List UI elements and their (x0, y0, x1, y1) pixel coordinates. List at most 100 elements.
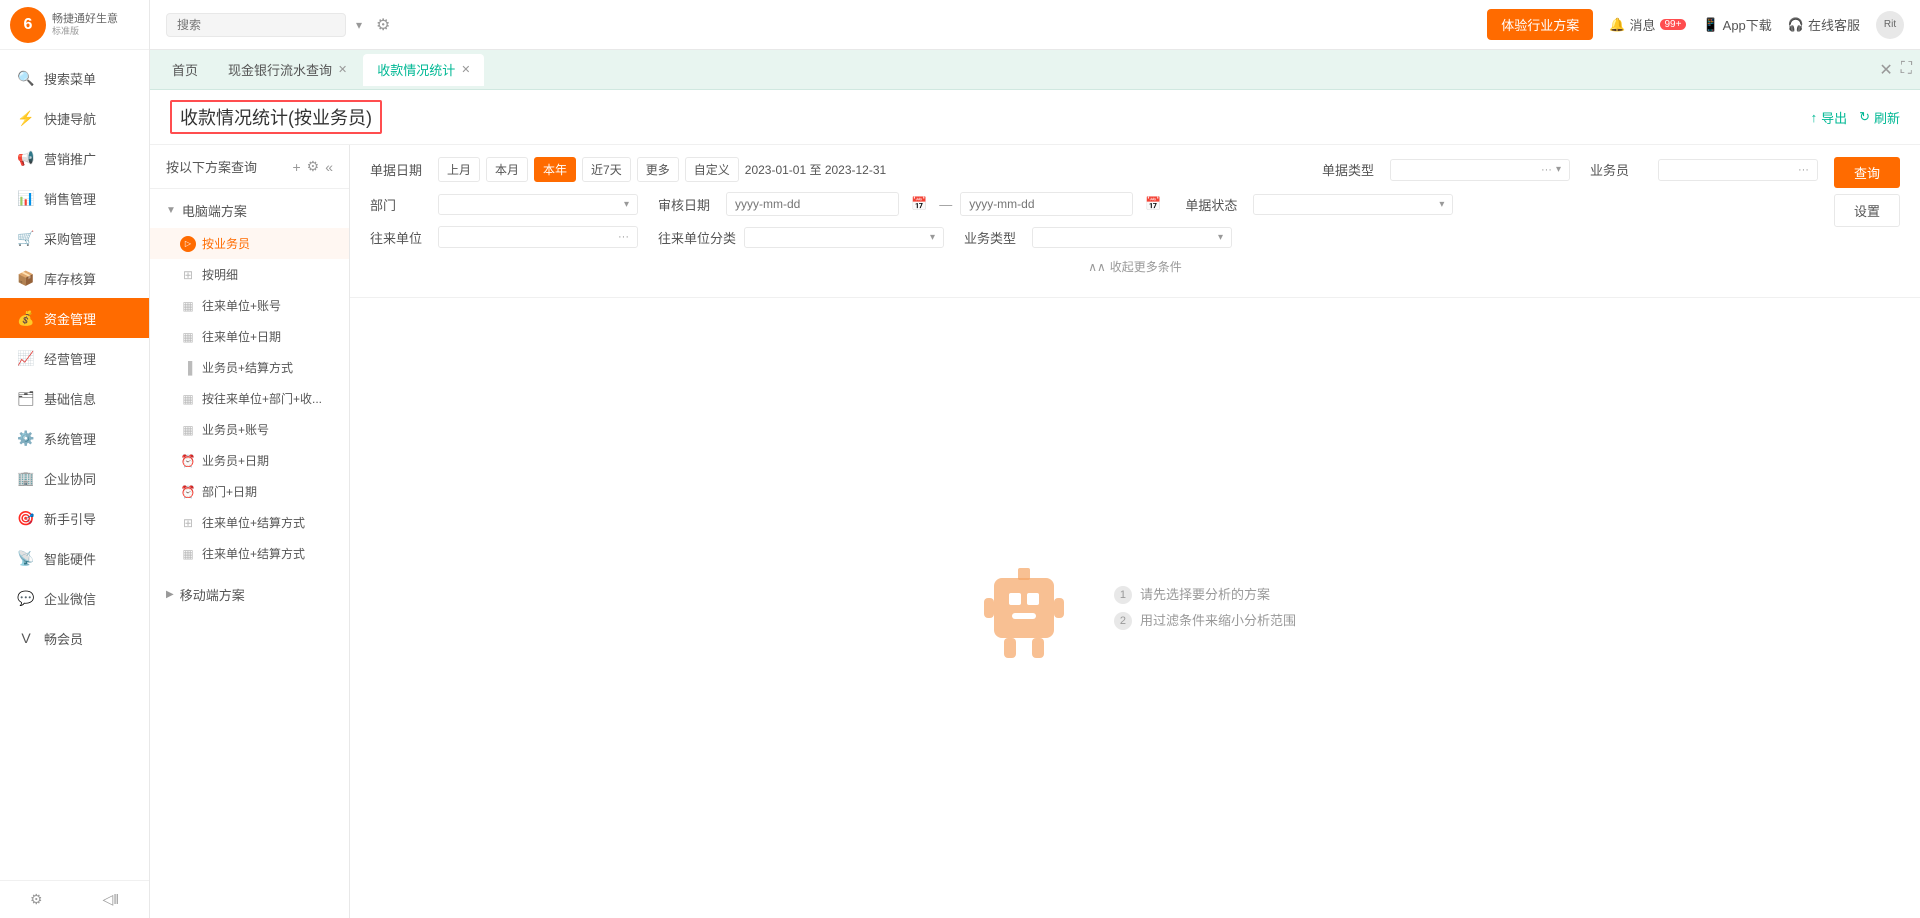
sidebar-label-operations: 经营管理 (44, 349, 96, 368)
date-btn-more[interactable]: 更多 (637, 157, 679, 182)
query-btn[interactable]: 查询 (1834, 157, 1900, 188)
bill-type-more-icon: ··· (1541, 164, 1552, 176)
date-btn-this-month[interactable]: 本月 (486, 157, 528, 182)
refresh-btn[interactable]: ↻ 刷新 (1859, 108, 1900, 127)
partner-select[interactable]: ··· (438, 226, 638, 248)
tree-item-by-salesperson[interactable]: ▷ 按业务员 (150, 228, 349, 259)
dept-label: 部门 (370, 195, 430, 214)
date-btn-7days[interactable]: 近7天 (582, 157, 631, 182)
partner-date-icon: ▦ (180, 329, 196, 345)
sidebar-item-guide[interactable]: 🎯 新手引导 (0, 498, 149, 538)
marketing-icon: 📢 (16, 148, 36, 168)
sidebar-label-quick-nav: 快捷导航 (44, 109, 96, 128)
sidebar-item-search-menu[interactable]: 🔍 搜索菜单 (0, 58, 149, 98)
bill-status-select[interactable]: ▾ (1253, 194, 1453, 215)
partner-account-icon: ▦ (180, 298, 196, 314)
partner-settlement2-icon: ▦ (180, 546, 196, 562)
tree-item-partner-dept-receipt[interactable]: ▦ 按往来单位+部门+收... (150, 383, 349, 414)
window-close-btn[interactable]: ✕ (1879, 60, 1892, 80)
sidebar-item-system[interactable]: ⚙️ 系统管理 (0, 418, 149, 458)
add-scheme-btn[interactable]: + (292, 159, 300, 175)
sidebar-label-hardware: 智能硬件 (44, 549, 96, 568)
filter-salesperson-field: 业务员 ··· (1590, 159, 1818, 181)
user-avatar[interactable]: Rit (1876, 11, 1904, 39)
tree-item-partner-account[interactable]: ▦ 往来单位+账号 (150, 290, 349, 321)
export-btn[interactable]: ↑ 导出 (1811, 108, 1848, 127)
sidebar-bottom: ⚙ ◁‖ (0, 880, 149, 918)
tab-home[interactable]: 首页 (158, 54, 212, 86)
tree-item-partner-settlement2[interactable]: ▦ 往来单位+结算方式 (150, 538, 349, 569)
tree-item-salesperson-account[interactable]: ▦ 业务员+账号 (150, 414, 349, 445)
sidebar-item-finance[interactable]: 💰 资金管理 (0, 298, 149, 338)
salesperson-select[interactable]: ··· (1658, 159, 1818, 181)
sidebar-item-inventory[interactable]: 📦 库存核算 (0, 258, 149, 298)
search-dropdown-btn[interactable]: ▾ (356, 18, 362, 32)
notifications-btn[interactable]: 🔔 消息 99+ (1609, 15, 1686, 34)
salesperson-more-icon: ··· (1798, 164, 1809, 176)
tree-mobile-label: 移动端方案 (180, 585, 245, 604)
sidebar-item-purchase[interactable]: 🛒 采购管理 (0, 218, 149, 258)
sidebar-item-basic[interactable]: 🗂 基础信息 (0, 378, 149, 418)
review-date-end[interactable] (960, 192, 1133, 216)
sidebar-item-operations[interactable]: 📈 经营管理 (0, 338, 149, 378)
app-download-btn[interactable]: 📱 App下载 (1702, 15, 1771, 34)
panel-collapse-btn[interactable]: « (325, 159, 333, 175)
review-date-start[interactable] (726, 192, 899, 216)
tip-num-2: 2 (1114, 612, 1132, 630)
inventory-icon: 📦 (16, 268, 36, 288)
tree-item-partner-settlement1[interactable]: ⊞ 往来单位+结算方式 (150, 507, 349, 538)
bill-type-arrow: ▾ (1556, 164, 1561, 175)
filter-row-3: 往来单位 ··· 往来单位分类 (370, 226, 1818, 248)
tree-item-label-salesperson-settlement: 业务员+结算方式 (202, 359, 293, 376)
sidebar-item-quick-nav[interactable]: ⚡ 快捷导航 (0, 98, 149, 138)
tree-item-partner-date[interactable]: ▦ 往来单位+日期 (150, 321, 349, 352)
tree-item-salesperson-settlement[interactable]: ▐ 业务员+结算方式 (150, 352, 349, 383)
content-body: 按以下方案查询 + ⚙ « ▼ 电脑端方案 (150, 145, 1920, 918)
sidebar-label-finance: 资金管理 (44, 309, 96, 328)
sidebar-item-wechat[interactable]: 💬 企业微信 (0, 578, 149, 618)
filter-area: 单据日期 上月 本月 本年 近7天 更多 自定义 (350, 145, 1920, 298)
dept-select[interactable]: ▾ (438, 194, 638, 215)
date-btn-last-month[interactable]: 上月 (438, 157, 480, 182)
online-service-btn[interactable]: 🎧 在线客服 (1788, 15, 1860, 34)
date-btn-this-year[interactable]: 本年 (534, 157, 576, 182)
sidebar-item-marketing[interactable]: 📢 营销推广 (0, 138, 149, 178)
business-type-select[interactable]: ▾ (1032, 227, 1232, 248)
bill-status-arrow: ▾ (1439, 199, 1444, 210)
tab-bank-flow[interactable]: 现金银行流水查询 ✕ (214, 54, 361, 86)
settings-btn[interactable]: 设置 (1834, 194, 1900, 227)
collapse-bar[interactable]: ∧∧ 收起更多条件 (370, 248, 1900, 285)
tree-item-dept-date[interactable]: ⏰ 部门+日期 (150, 476, 349, 507)
trial-btn[interactable]: 体验行业方案 (1487, 9, 1593, 40)
date-calendar-icon1: 📅 (907, 196, 931, 212)
salesperson-label: 业务员 (1590, 160, 1650, 179)
gear-icon[interactable]: ⚙ (376, 15, 390, 35)
partner-category-select[interactable]: ▾ (744, 227, 944, 248)
filter-row-2: 部门 ▾ 审核日期 📅 (370, 192, 1818, 216)
sidebar-item-enterprise[interactable]: 🏢 企业协同 (0, 458, 149, 498)
tree-mobile-header[interactable]: ▶ 移动端方案 (150, 577, 349, 612)
tree-item-by-detail[interactable]: ⊞ 按明细 (150, 259, 349, 290)
member-icon: V (16, 628, 36, 648)
window-maximize-btn[interactable]: ⛶ (1901, 60, 1912, 80)
sidebar-item-member[interactable]: V 畅会员 (0, 618, 149, 658)
tab-receivable-stats-close[interactable]: ✕ (461, 63, 470, 76)
refresh-icon: ↻ (1859, 109, 1870, 125)
tree-desktop-header[interactable]: ▼ 电脑端方案 (150, 193, 349, 228)
top-search-input[interactable] (166, 13, 346, 37)
settings-bottom-btn[interactable]: ⚙ (30, 891, 43, 908)
action-buttons: 查询 设置 (1834, 157, 1900, 227)
scheme-settings-btn[interactable]: ⚙ (307, 158, 320, 175)
partner-category-arrow: ▾ (930, 232, 935, 243)
collapse-sidebar-btn[interactable]: ◁‖ (102, 891, 119, 908)
tree-item-label-partner-account: 往来单位+账号 (202, 297, 281, 314)
sidebar-item-hardware[interactable]: 📡 智能硬件 (0, 538, 149, 578)
dept-arrow: ▾ (624, 199, 629, 210)
tree-item-salesperson-date[interactable]: ⏰ 业务员+日期 (150, 445, 349, 476)
tab-bank-flow-close[interactable]: ✕ (338, 63, 347, 76)
tab-receivable-stats[interactable]: 收款情况统计 ✕ (363, 54, 484, 86)
sidebar-item-sales[interactable]: 📊 销售管理 (0, 178, 149, 218)
date-btn-custom[interactable]: 自定义 (685, 157, 739, 182)
bill-type-select[interactable]: ··· ▾ (1390, 159, 1570, 181)
bell-icon: 🔔 (1609, 17, 1625, 33)
